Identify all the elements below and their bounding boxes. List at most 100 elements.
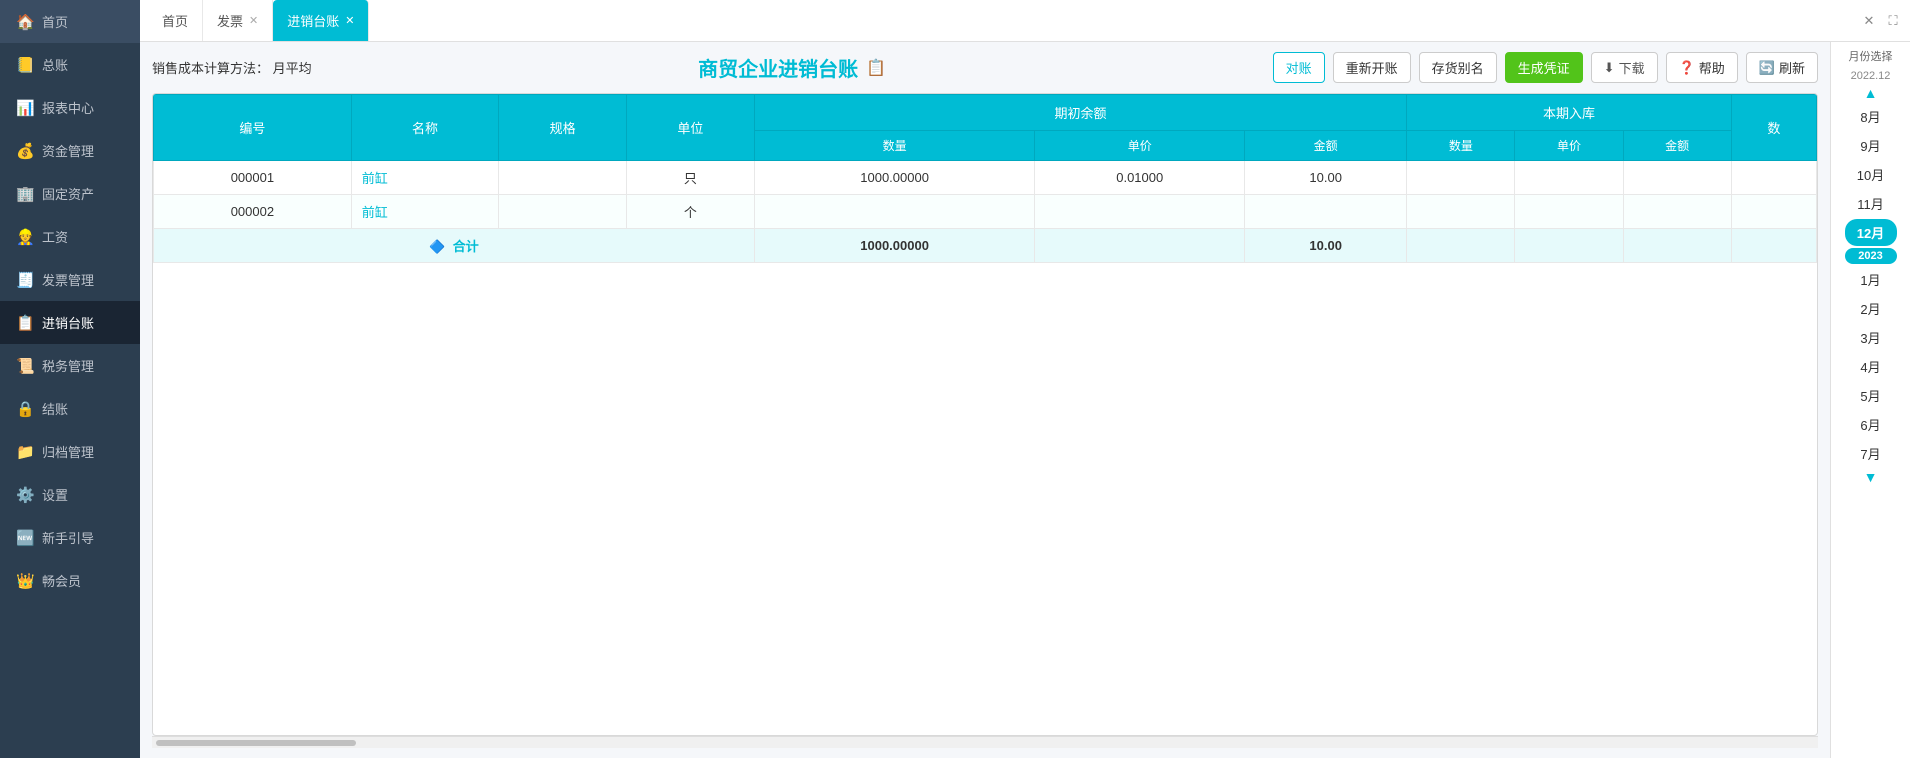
sidebar-item-settings[interactable]: ⚙️ 设置 [0, 473, 140, 516]
col-header-opening: 期初余额 [754, 95, 1407, 131]
sidebar-item-member[interactable]: 👑 畅会员 [0, 559, 140, 602]
row2-opening-amount [1245, 195, 1407, 229]
cost-method-label: 销售成本计算方法： [152, 61, 269, 76]
row2-more [1731, 195, 1816, 229]
total-row: 🔷 合计 1000.00000 10.00 [154, 229, 1817, 263]
tab-purchase-sales-label: 进销台账 [287, 11, 339, 30]
sidebar-item-reports[interactable]: 📊 报表中心 [0, 86, 140, 129]
row1-more [1731, 161, 1816, 195]
sidebar-item-purchase-sales[interactable]: 📋 进销台账 [0, 301, 140, 344]
month-item-2023-2[interactable]: 2月 [1845, 295, 1897, 322]
tab-invoice[interactable]: 发票 ✕ [203, 0, 273, 41]
total-opening-price [1035, 229, 1245, 263]
page-title-text: 商贸企业进销台账 [698, 53, 858, 82]
reports-icon: 📊 [16, 99, 34, 117]
toolbar-row: 销售成本计算方法： 月平均 商贸企业进销台账 📋 对账 重新开账 存货别名 生成… [152, 52, 1818, 83]
sidebar-item-invoice-mgmt[interactable]: 🧾 发票管理 [0, 258, 140, 301]
col-header-inbound: 本期入库 [1407, 95, 1731, 131]
generate-voucher-button[interactable]: 生成凭证 [1505, 52, 1583, 83]
month-item-10[interactable]: 10月 [1845, 161, 1897, 188]
month-item-11[interactable]: 11月 [1845, 190, 1897, 217]
month-selector-panel: 月份选择 2022.12 ▲ 8月 9月 10月 11月 12月 2023 1月… [1830, 42, 1910, 758]
download-button[interactable]: ⬇ 下载 [1591, 52, 1658, 83]
sidebar-item-tax[interactable]: 📜 税务管理 [0, 344, 140, 387]
col-sub-inbound-amount: 金额 [1623, 131, 1731, 161]
purchase-sales-icon: 📋 [16, 314, 34, 332]
col-header-spec: 规格 [499, 95, 627, 161]
tab-invoice-close[interactable]: ✕ [249, 14, 258, 27]
window-controls: ✕ ⛶ [1860, 12, 1902, 30]
tab-purchase-sales-close[interactable]: ✕ [345, 14, 354, 27]
sidebar-item-close[interactable]: 🔒 结账 [0, 387, 140, 430]
cost-method-value: 月平均 [273, 61, 312, 76]
total-inbound-amount [1623, 229, 1731, 263]
month-scroll-up[interactable]: ▲ [1859, 84, 1883, 102]
sidebar-item-label: 固定资产 [42, 184, 94, 203]
horizontal-scrollbar[interactable] [152, 736, 1818, 748]
refresh-icon: 🔄 [1759, 60, 1775, 76]
row2-name: 前缸 [351, 195, 498, 229]
page-area: 销售成本计算方法： 月平均 商贸企业进销台账 📋 对账 重新开账 存货别名 生成… [140, 42, 1830, 758]
help-icon: ❓ [1679, 60, 1695, 76]
sidebar-item-ledger[interactable]: 📒 总账 [0, 43, 140, 86]
row1-inbound-qty [1407, 161, 1515, 195]
help-button[interactable]: ❓ 帮助 [1666, 52, 1738, 83]
cost-method-display: 销售成本计算方法： 月平均 [152, 58, 312, 77]
sidebar-item-guide[interactable]: 🆕 新手引导 [0, 516, 140, 559]
sidebar-item-salary[interactable]: 👷 工资 [0, 215, 140, 258]
tab-home[interactable]: 首页 [148, 0, 203, 41]
row2-spec [499, 195, 627, 229]
sidebar-item-assets[interactable]: 🏢 固定资产 [0, 172, 140, 215]
month-item-2023-5[interactable]: 5月 [1845, 382, 1897, 409]
reopen-button[interactable]: 重新开账 [1333, 52, 1411, 83]
sidebar-item-label: 资金管理 [42, 141, 94, 160]
close-account-icon: 🔒 [16, 400, 34, 418]
sidebar-item-label: 进销台账 [42, 313, 94, 332]
window-close-button[interactable]: ✕ [1860, 12, 1878, 30]
month-item-8[interactable]: 8月 [1845, 103, 1897, 130]
row1-opening-amount: 10.00 [1245, 161, 1407, 195]
row1-unit: 只 [627, 161, 755, 195]
month-item-2023-4[interactable]: 4月 [1845, 353, 1897, 380]
assets-icon: 🏢 [16, 185, 34, 203]
refresh-button[interactable]: 🔄 刷新 [1746, 52, 1818, 83]
sidebar-item-archive[interactable]: 📁 归档管理 [0, 430, 140, 473]
month-item-2023-7[interactable]: 7月 [1845, 440, 1897, 467]
row2-inbound-price [1515, 195, 1623, 229]
title-table-icon[interactable]: 📋 [866, 58, 886, 78]
month-scroll-down[interactable]: ▼ [1859, 468, 1883, 486]
window-maximize-button[interactable]: ⛶ [1884, 12, 1902, 30]
row1-code: 000001 [154, 161, 352, 195]
month-item-2023-6[interactable]: 6月 [1845, 411, 1897, 438]
year-2022-label: 2022.12 [1851, 70, 1891, 82]
row2-opening-qty [754, 195, 1035, 229]
row1-inbound-amount [1623, 161, 1731, 195]
col-header-more: 数 [1731, 95, 1816, 161]
invoice-mgmt-icon: 🧾 [16, 271, 34, 289]
ledger-icon: 📒 [16, 56, 34, 74]
refresh-label: 刷新 [1779, 58, 1805, 77]
tab-invoice-label: 发票 [217, 11, 243, 30]
sidebar: 🏠 首页 📒 总账 📊 报表中心 💰 资金管理 🏢 固定资产 👷 工资 🧾 发票… [0, 0, 140, 758]
download-icon: ⬇ [1604, 60, 1615, 76]
month-item-12[interactable]: 12月 [1845, 219, 1897, 246]
tab-purchase-sales[interactable]: 进销台账 ✕ [273, 0, 369, 41]
total-more [1731, 229, 1816, 263]
scroll-thumb [156, 740, 356, 746]
row1-opening-price: 0.01000 [1035, 161, 1245, 195]
tab-home-label: 首页 [162, 11, 188, 30]
month-item-2023-1[interactable]: 1月 [1845, 266, 1897, 293]
col-header-name: 名称 [351, 95, 498, 161]
col-sub-opening-amount: 金额 [1245, 131, 1407, 161]
save-alias-button[interactable]: 存货别名 [1419, 52, 1497, 83]
month-item-9[interactable]: 9月 [1845, 132, 1897, 159]
sidebar-item-home[interactable]: 🏠 首页 [0, 0, 140, 43]
funds-icon: 💰 [16, 142, 34, 160]
content-area: 销售成本计算方法： 月平均 商贸企业进销台账 📋 对账 重新开账 存货别名 生成… [140, 42, 1910, 758]
reconcile-button[interactable]: 对账 [1273, 52, 1325, 83]
month-item-2023-3[interactable]: 3月 [1845, 324, 1897, 351]
sidebar-item-label: 设置 [42, 485, 68, 504]
sidebar-item-funds[interactable]: 💰 资金管理 [0, 129, 140, 172]
row2-inbound-qty [1407, 195, 1515, 229]
download-label: 下载 [1619, 58, 1645, 77]
